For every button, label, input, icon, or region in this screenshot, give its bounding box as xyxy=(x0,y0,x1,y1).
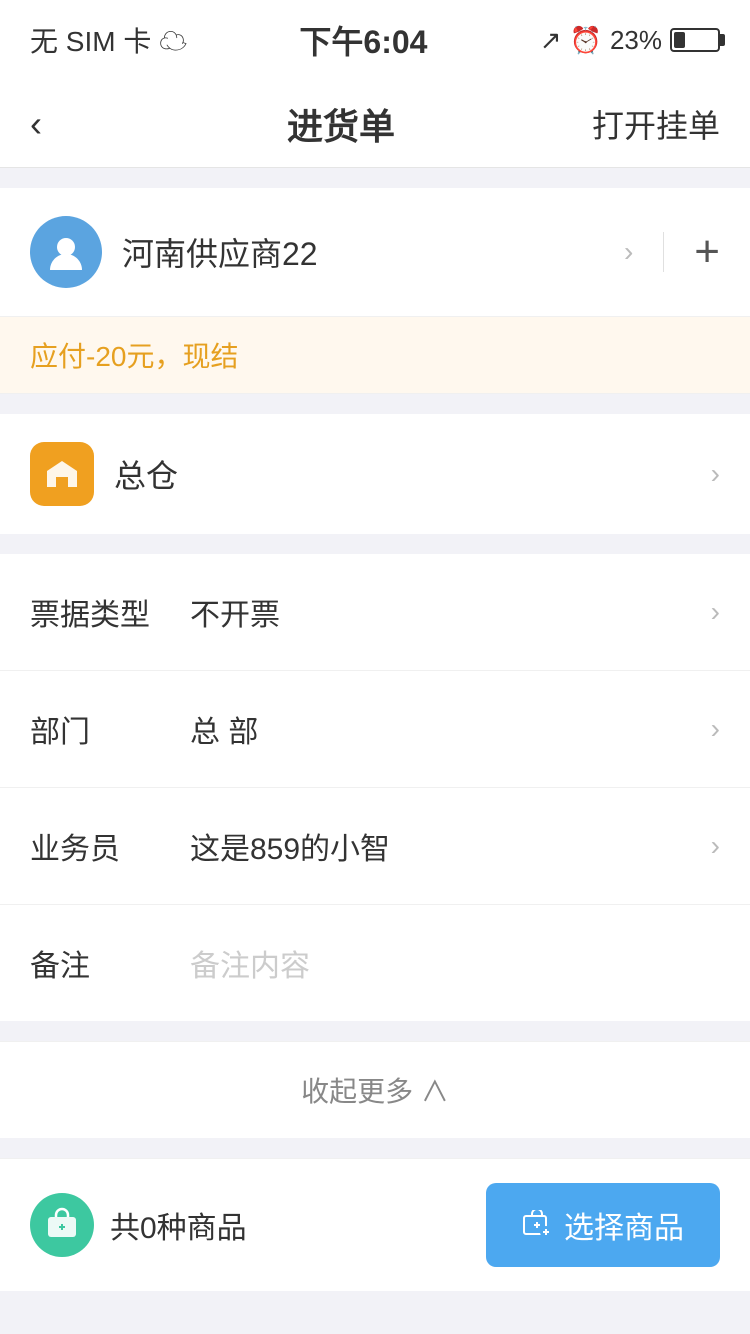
alarm-icon: ⏰ xyxy=(570,25,602,56)
department-row[interactable]: 部门 总 部 › xyxy=(0,671,750,788)
salesperson-value: 这是859的小智 xyxy=(190,824,711,868)
product-count: 共0种商品 xyxy=(110,1203,486,1247)
department-value: 总 部 xyxy=(190,707,711,751)
product-icon-wrap xyxy=(30,1193,94,1257)
supplier-name: 河南供应商22 xyxy=(122,229,624,275)
remark-label: 备注 xyxy=(30,941,170,985)
invoice-type-chevron-icon: › xyxy=(711,596,720,628)
nav-bar: ‹ 进货单 打开挂单 xyxy=(0,80,750,168)
salesperson-chevron-icon: › xyxy=(711,830,720,862)
bottom-bar: 共0种商品 选择商品 xyxy=(0,1158,750,1291)
back-button[interactable]: ‹ xyxy=(30,103,90,145)
supplier-section: 河南供应商22 › + 应付-20元，现结 xyxy=(0,188,750,394)
status-time: 下午6:04 xyxy=(299,17,427,63)
supplier-chevron-icon: › xyxy=(624,236,633,268)
warehouse-icon xyxy=(30,442,94,506)
supplier-divider xyxy=(663,232,664,272)
status-left: 无 SIM 卡 ☁ xyxy=(30,20,187,60)
add-supplier-button[interactable]: + xyxy=(694,230,720,274)
collapse-row[interactable]: 收起更多 ∧ xyxy=(0,1041,750,1138)
department-label: 部门 xyxy=(30,707,170,751)
battery-icon xyxy=(670,28,720,52)
remark-row[interactable]: 备注 备注内容 xyxy=(0,905,750,1021)
form-section: 票据类型 不开票 › 部门 总 部 › 业务员 这是859的小智 › 备注 备注… xyxy=(0,554,750,1021)
invoice-type-row[interactable]: 票据类型 不开票 › xyxy=(0,554,750,671)
status-right: ↗ ⏰ 23% xyxy=(540,25,720,56)
salesperson-label: 业务员 xyxy=(30,824,170,868)
department-chevron-icon: › xyxy=(711,713,720,745)
supplier-row[interactable]: 河南供应商22 › + xyxy=(0,188,750,317)
battery-percent: 23% xyxy=(610,25,662,56)
select-product-button[interactable]: 选择商品 xyxy=(486,1183,720,1267)
page-title: 进货单 xyxy=(287,98,395,150)
select-product-label: 选择商品 xyxy=(564,1203,684,1247)
invoice-type-value: 不开票 xyxy=(190,590,711,634)
sim-label: 无 SIM 卡 ☁ xyxy=(30,20,187,60)
open-pending-button[interactable]: 打开挂单 xyxy=(592,101,720,147)
warehouse-name: 总仓 xyxy=(114,451,711,497)
collapse-text: 收起更多 ∧ xyxy=(301,1070,449,1110)
invoice-type-label: 票据类型 xyxy=(30,590,170,634)
warehouse-chevron-icon: › xyxy=(711,458,720,490)
warehouse-row[interactable]: 总仓 › xyxy=(0,414,750,534)
location-icon: ↗ xyxy=(540,25,562,56)
status-bar: 无 SIM 卡 ☁ 下午6:04 ↗ ⏰ 23% xyxy=(0,0,750,80)
supplier-avatar xyxy=(30,216,102,288)
divider-1 xyxy=(0,168,750,188)
remark-input[interactable]: 备注内容 xyxy=(190,941,720,985)
salesperson-row[interactable]: 业务员 这是859的小智 › xyxy=(0,788,750,905)
notice-banner: 应付-20元，现结 xyxy=(0,317,750,394)
